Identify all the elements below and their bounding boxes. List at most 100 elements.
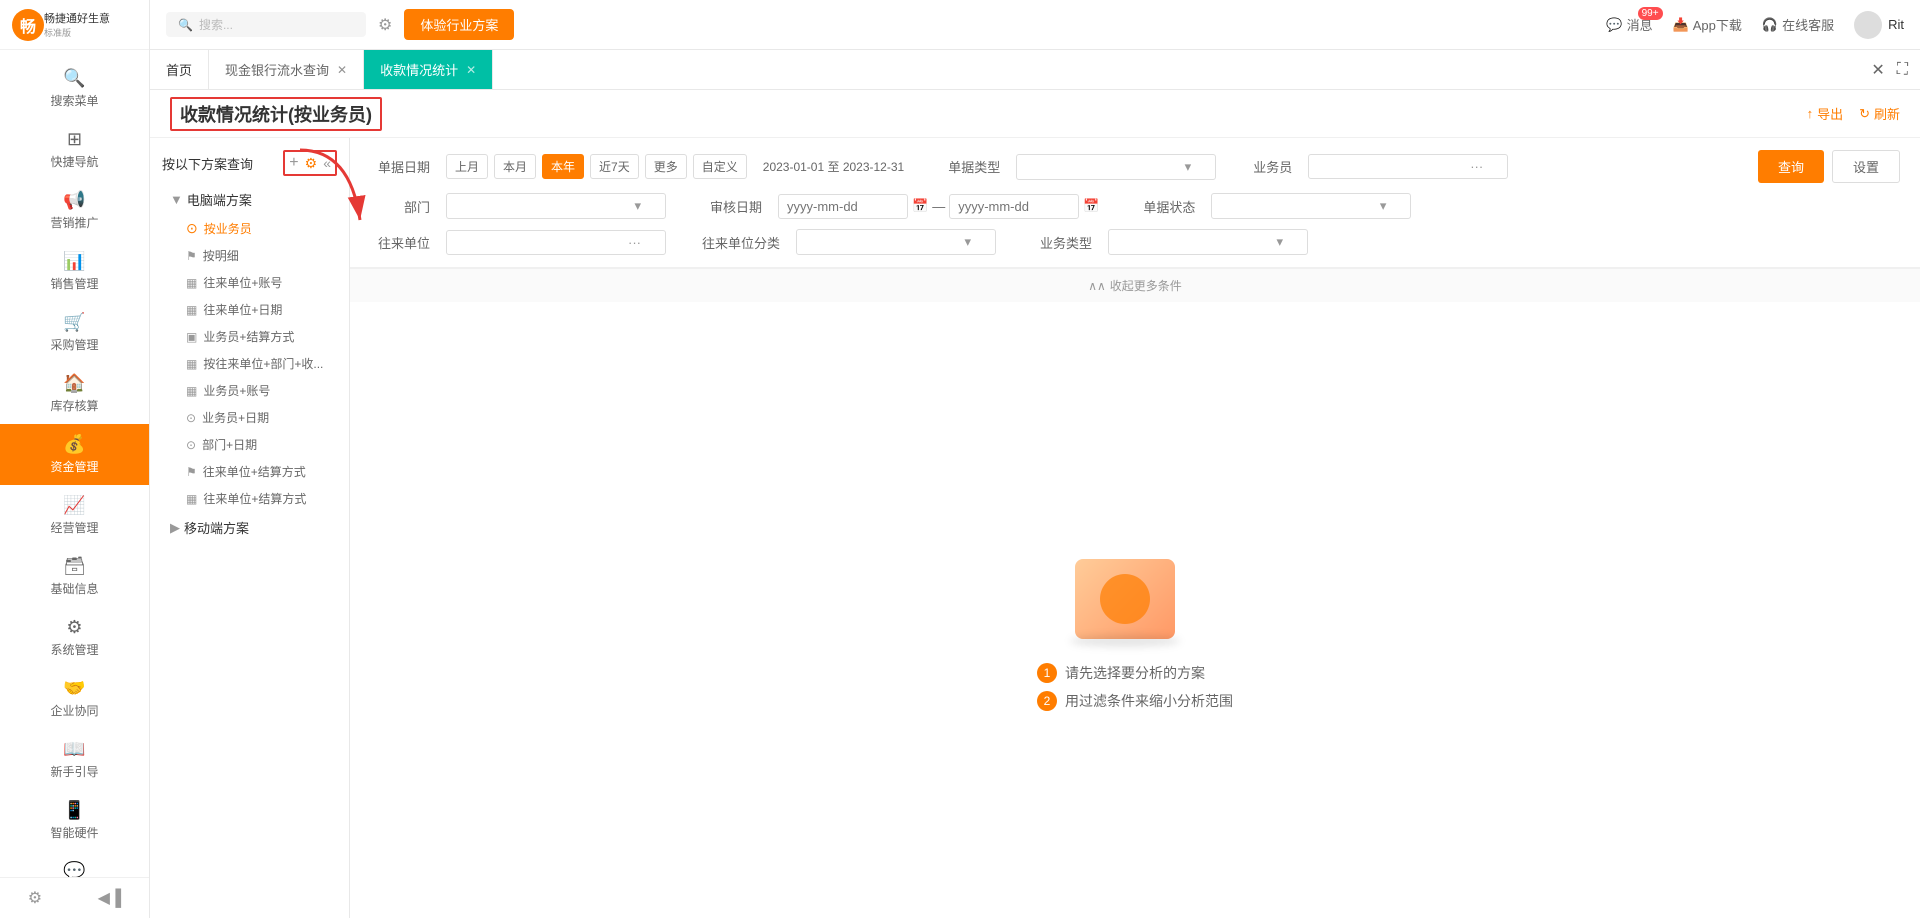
tab-fullscreen-icon[interactable]: ⛶ bbox=[1897, 61, 1908, 79]
collapse-bar: ∧∧ 收起更多条件 bbox=[350, 268, 1920, 302]
collapse-button[interactable]: ∧∧ 收起更多条件 bbox=[1088, 277, 1182, 294]
date-btn-this-year[interactable]: 本年 bbox=[542, 154, 584, 179]
search-icon: 🔍 bbox=[63, 68, 85, 89]
header-gear-icon[interactable]: ⚙ bbox=[378, 15, 392, 35]
counterpart-cat-select[interactable]: ▾ bbox=[796, 229, 996, 255]
tab-bank[interactable]: 现金银行流水查询 ✕ bbox=[209, 50, 364, 89]
collapse-sidebar-icon[interactable]: ◀▐ bbox=[98, 888, 122, 908]
empty-steps: 1 请先选择要分析的方案 2 用过滤条件来缩小分析范围 bbox=[1037, 663, 1233, 711]
active-item-icon: ⊙ bbox=[186, 220, 198, 237]
trial-button[interactable]: 体验行业方案 bbox=[404, 9, 514, 40]
tree-item-salesperson[interactable]: ⊙ 按业务员 bbox=[158, 215, 349, 242]
tree-item-salesperson-account[interactable]: ▦ 业务员+账号 bbox=[158, 377, 349, 404]
biz-type-select[interactable]: ▾ bbox=[1108, 229, 1308, 255]
tree-item-salesperson-date[interactable]: ⊙ 业务员+日期 bbox=[158, 404, 349, 431]
tree-group-desktop-header[interactable]: ▼ 电脑端方案 bbox=[158, 184, 349, 215]
sidebar-item-label: 系统管理 bbox=[50, 641, 98, 658]
download-label: App下载 bbox=[1693, 15, 1742, 34]
sidebar-item-label: 智能硬件 bbox=[50, 824, 98, 841]
date-btn-more[interactable]: 更多 bbox=[645, 154, 687, 179]
sidebar-item-guide[interactable]: 📖 新手引导 bbox=[0, 729, 149, 790]
filter-row-3: 往来单位 ··· 往来单位分类 ▾ 业务类型 ▾ bbox=[370, 229, 1900, 255]
sidebar-item-sales[interactable]: 📊 销售管理 bbox=[0, 241, 149, 302]
salesperson-settle-icon: ▣ bbox=[186, 330, 197, 344]
audit-date-start[interactable] bbox=[778, 194, 908, 219]
logo-area: 畅 畅捷通好生意 标准版 bbox=[0, 0, 149, 50]
sidebar-item-wechat[interactable]: 💬 企业微信 bbox=[0, 851, 149, 877]
tree-item-dept-date[interactable]: ⊙ 部门+日期 bbox=[158, 431, 349, 458]
service-button[interactable]: 🎧 在线客服 bbox=[1762, 15, 1834, 34]
tree-item-unit-settle2[interactable]: ▦ 往来单位+结算方式 bbox=[158, 485, 349, 512]
sidebar-item-collab[interactable]: 🤝 企业协同 bbox=[0, 668, 149, 729]
settings-button[interactable]: 设置 bbox=[1832, 150, 1900, 183]
robot-body bbox=[1075, 559, 1175, 639]
sidebar-item-hardware[interactable]: 📱 智能硬件 bbox=[0, 790, 149, 851]
collapse-panel-icon[interactable]: « bbox=[323, 155, 331, 171]
filter-row-2: 部门 ▾ 审核日期 📅 — 📅 单据状态 bbox=[370, 193, 1900, 219]
tree-item-unit-account[interactable]: ▦ 往来单位+账号 bbox=[158, 269, 349, 296]
system-icon: ⚙ bbox=[66, 617, 82, 638]
service-label: 在线客服 bbox=[1782, 15, 1834, 34]
refresh-button[interactable]: ↻ 刷新 bbox=[1859, 104, 1900, 123]
collapse-up-icon: ∧∧ bbox=[1088, 279, 1106, 293]
audit-date-end[interactable] bbox=[949, 194, 1079, 219]
voucher-status-select[interactable]: ▾ bbox=[1211, 193, 1411, 219]
sidebar-item-marketing[interactable]: 📢 营销推广 bbox=[0, 180, 149, 241]
sidebar-nav: 🔍 搜索菜单 ⊞ 快捷导航 📢 营销推广 📊 销售管理 🛒 采购管理 🏠 库存核… bbox=[0, 50, 149, 877]
sidebar-item-finance[interactable]: 💰 资金管理 bbox=[0, 424, 149, 485]
date-btn-7days[interactable]: 近7天 bbox=[590, 154, 639, 179]
sales-icon: 📊 bbox=[63, 251, 85, 272]
sidebar-item-search[interactable]: 🔍 搜索菜单 bbox=[0, 58, 149, 119]
step-2-num: 2 bbox=[1037, 691, 1057, 711]
tab-receipt[interactable]: 收款情况统计 ✕ bbox=[364, 50, 493, 89]
date-label: 单据日期 bbox=[370, 157, 430, 176]
counterpart-select[interactable]: ··· bbox=[446, 230, 666, 255]
tree-item-detail[interactable]: ⚑ 按明细 bbox=[158, 242, 349, 269]
biz-type-label: 业务类型 bbox=[1032, 233, 1092, 252]
sidebar-item-purchase[interactable]: 🛒 采购管理 bbox=[0, 302, 149, 363]
download-button[interactable]: 📥 App下载 bbox=[1673, 15, 1742, 34]
download-icon: 📥 bbox=[1673, 17, 1689, 33]
filter-row-1: 单据日期 上月 本月 本年 近7天 更多 自定义 2023-01-01 至 20… bbox=[370, 150, 1900, 183]
sidebar-item-nav[interactable]: ⊞ 快捷导航 bbox=[0, 119, 149, 180]
tab-receipt-close-icon[interactable]: ✕ bbox=[466, 63, 476, 77]
inventory-icon: 🏠 bbox=[63, 373, 85, 394]
message-button[interactable]: 💬 消息 99+ bbox=[1606, 15, 1652, 34]
tree-item-unit-settle1[interactable]: ⚑ 往来单位+结算方式 bbox=[158, 458, 349, 485]
date-btn-custom[interactable]: 自定义 bbox=[693, 154, 747, 179]
sidebar-item-label: 搜索菜单 bbox=[50, 92, 98, 109]
sidebar-item-inventory[interactable]: 🏠 库存核算 bbox=[0, 363, 149, 424]
tab-close-all-icon[interactable]: ✕ bbox=[1871, 60, 1884, 80]
tree-group-mobile-header[interactable]: ▶ 移动端方案 bbox=[158, 512, 349, 543]
export-label: 导出 bbox=[1817, 104, 1843, 123]
tree-item-unit-dept[interactable]: ▦ 按往来单位+部门+收... bbox=[158, 350, 349, 377]
settings-footer-icon[interactable]: ⚙ bbox=[28, 888, 42, 908]
voucher-type-select[interactable]: ▾ bbox=[1016, 154, 1216, 180]
wechat-icon: 💬 bbox=[63, 861, 85, 877]
main-area: 🔍 搜索... ⚙ 体验行业方案 💬 消息 99+ 📥 App下载 🎧 在线客服 bbox=[150, 0, 1920, 918]
tree-item-label: 按往来单位+部门+收... bbox=[203, 355, 323, 372]
user-area[interactable]: Rit bbox=[1854, 11, 1904, 39]
tree-group-label: 电脑端方案 bbox=[187, 190, 252, 209]
header-search-box[interactable]: 🔍 搜索... bbox=[166, 12, 366, 37]
sidebar-item-label: 销售管理 bbox=[50, 275, 98, 292]
tree-item-salesperson-settle[interactable]: ▣ 业务员+结算方式 bbox=[158, 323, 349, 350]
tab-bank-close-icon[interactable]: ✕ bbox=[337, 63, 347, 77]
add-scheme-icon[interactable]: + bbox=[289, 154, 298, 172]
date-btn-last-month[interactable]: 上月 bbox=[446, 154, 488, 179]
query-button[interactable]: 查询 bbox=[1758, 150, 1824, 183]
export-button[interactable]: ↑ 导出 bbox=[1807, 104, 1844, 123]
sidebar-item-operation[interactable]: 📈 经营管理 bbox=[0, 485, 149, 546]
tree-item-label: 按业务员 bbox=[204, 220, 252, 237]
sidebar-item-basic[interactable]: 🗃 基础信息 bbox=[0, 546, 149, 607]
sidebar-item-system[interactable]: ⚙ 系统管理 bbox=[0, 607, 149, 668]
tree-item-unit-date[interactable]: ▦ 往来单位+日期 bbox=[158, 296, 349, 323]
step-2-label: 用过滤条件来缩小分析范围 bbox=[1065, 691, 1233, 711]
page-title: 收款情况统计(按业务员) bbox=[170, 97, 382, 131]
gear-scheme-icon[interactable]: ⚙ bbox=[305, 155, 318, 172]
dept-select[interactable]: ▾ bbox=[446, 193, 666, 219]
basic-icon: 🗃 bbox=[63, 556, 86, 577]
date-btn-this-month[interactable]: 本月 bbox=[494, 154, 536, 179]
tab-home[interactable]: 首页 bbox=[150, 50, 209, 89]
salesperson-select[interactable]: ··· bbox=[1308, 154, 1508, 179]
